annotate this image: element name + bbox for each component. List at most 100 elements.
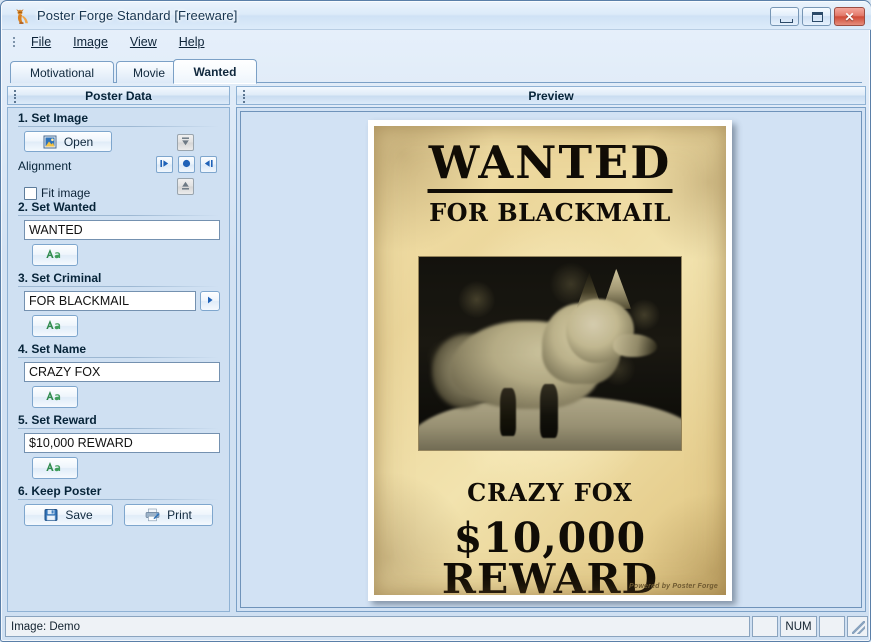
criminal-font-button[interactable] [32,315,78,337]
align-left-button[interactable] [156,156,173,173]
group-title-set-reward: 5. Set Reward [18,413,97,427]
application-window: Poster Forge Standard [Freeware] ✕ File … [0,0,871,642]
alignment-pad [156,134,218,196]
menu-item-help-label: Help [178,35,205,49]
poster-forge-icon [14,8,31,25]
group-title-set-criminal: 3. Set Criminal [18,271,102,285]
menu-item-view[interactable]: View [119,32,168,52]
menu-bar: File Image View Help [3,31,870,53]
align-center-button[interactable] [178,156,195,173]
align-top-button[interactable] [177,134,194,151]
align-center-icon [181,156,192,174]
divider-set-reward [18,428,219,429]
resize-grip[interactable] [847,616,868,637]
maximize-button[interactable] [802,7,831,26]
menu-item-file-label: File [31,35,52,49]
status-num-indicator: NUM [780,616,817,637]
poster-crime-text: FOR BLACKMAIL [429,198,671,227]
divider-set-image [18,126,219,127]
status-cell-blank-2 [819,616,845,637]
poster-headline-underline [427,189,673,193]
arrow-right-icon [205,294,215,308]
fox-photo-sepia-tone [419,257,681,450]
resize-grip-icon [852,621,865,634]
menu-item-view-label: View [129,35,157,49]
reward-font-button[interactable] [32,457,78,479]
tab-strip: Motivational Movie Wanted [10,59,862,84]
poster-paper: WANTED FOR BLACKMAIL CRAZY FOX $10,000 R… [374,126,726,595]
group-title-set-name: 4. Set Name [18,342,87,356]
font-aa-icon [45,389,65,405]
panel-drag-grip-right[interactable] [243,90,246,103]
alignment-label: Alignment [18,159,72,173]
align-left-icon [159,156,170,174]
save-button[interactable]: Save [24,504,113,526]
tab-movie-label: Movie [132,65,165,80]
group-title-keep-poster: 6. Keep Poster [18,484,102,498]
poster-photo [419,257,681,450]
minimize-button[interactable] [770,7,799,26]
maximize-icon [812,12,823,22]
close-icon: ✕ [844,9,855,24]
wanted-text-value: WANTED [29,223,83,237]
divider-keep-poster [18,499,219,500]
align-top-icon [180,134,191,152]
print-button-label: Print [167,508,192,522]
poster-data-panel-header[interactable]: Poster Data [7,86,230,105]
align-right-icon [203,156,214,174]
close-button[interactable]: ✕ [834,7,865,26]
window-controls: ✕ [770,7,865,26]
open-image-button[interactable]: Open [24,131,112,152]
criminal-presets-button[interactable] [200,291,220,311]
font-aa-icon [45,318,65,334]
status-message: Image: Demo [5,616,750,637]
menu-item-file[interactable]: File [20,32,62,52]
align-bottom-button[interactable] [177,178,194,195]
divider-set-name [18,357,219,358]
fit-image-label: Fit image [41,186,91,200]
menu-drag-grip[interactable] [9,34,18,50]
name-text-value: CRAZY FOX [29,365,101,379]
open-image-icon [43,135,57,149]
divider-set-wanted [18,215,219,216]
poster-data-header-label: Poster Data [85,88,152,103]
status-cell-blank-1 [752,616,778,637]
fit-image-checkbox-row[interactable]: Fit image [24,186,90,200]
name-text-input[interactable]: CRAZY FOX [24,362,220,382]
fit-image-checkbox[interactable] [24,186,37,200]
preview-panel-header[interactable]: Preview [236,86,866,105]
window-title: Poster Forge Standard [Freeware] [37,8,238,23]
wanted-text-input[interactable]: WANTED [24,220,220,240]
window-frame: Poster Forge Standard [Freeware] ✕ File … [0,0,871,642]
tab-motivational-label: Motivational [29,65,95,80]
poster-preview[interactable]: WANTED FOR BLACKMAIL CRAZY FOX $10,000 R… [368,120,732,601]
status-bar: Image: Demo NUM [5,616,868,637]
poster-headline: WANTED [428,136,672,189]
preview-header-label: Preview [528,88,574,103]
align-bottom-icon [180,178,191,196]
menu-item-image-label: Image [73,35,108,49]
save-button-label: Save [65,508,93,522]
align-right-button[interactable] [200,156,217,173]
save-disk-icon [44,508,58,522]
open-image-button-label: Open [63,134,94,149]
group-title-set-image: 1. Set Image [18,111,89,125]
font-aa-icon [45,247,65,263]
criminal-text-value: FOR BLACKMAIL [29,294,130,308]
poster-name-text: CRAZY FOX [467,478,633,507]
wanted-font-button[interactable] [32,244,78,266]
tab-motivational[interactable]: Motivational [10,61,114,83]
reward-text-value: $10,000 REWARD [29,436,133,450]
reward-text-input[interactable]: $10,000 REWARD [24,433,220,453]
panel-drag-grip-left[interactable] [14,90,17,103]
print-button[interactable]: Print [124,504,213,526]
divider-set-criminal [18,286,219,287]
name-font-button[interactable] [32,386,78,408]
printer-icon [145,508,160,522]
menu-item-help[interactable]: Help [168,32,216,52]
menu-item-image[interactable]: Image [62,32,119,52]
poster-watermark: Powered by Poster Forge [628,583,718,590]
preview-canvas[interactable]: WANTED FOR BLACKMAIL CRAZY FOX $10,000 R… [240,111,862,608]
tab-wanted[interactable]: Wanted [173,59,257,84]
criminal-text-input[interactable]: FOR BLACKMAIL [24,291,196,311]
